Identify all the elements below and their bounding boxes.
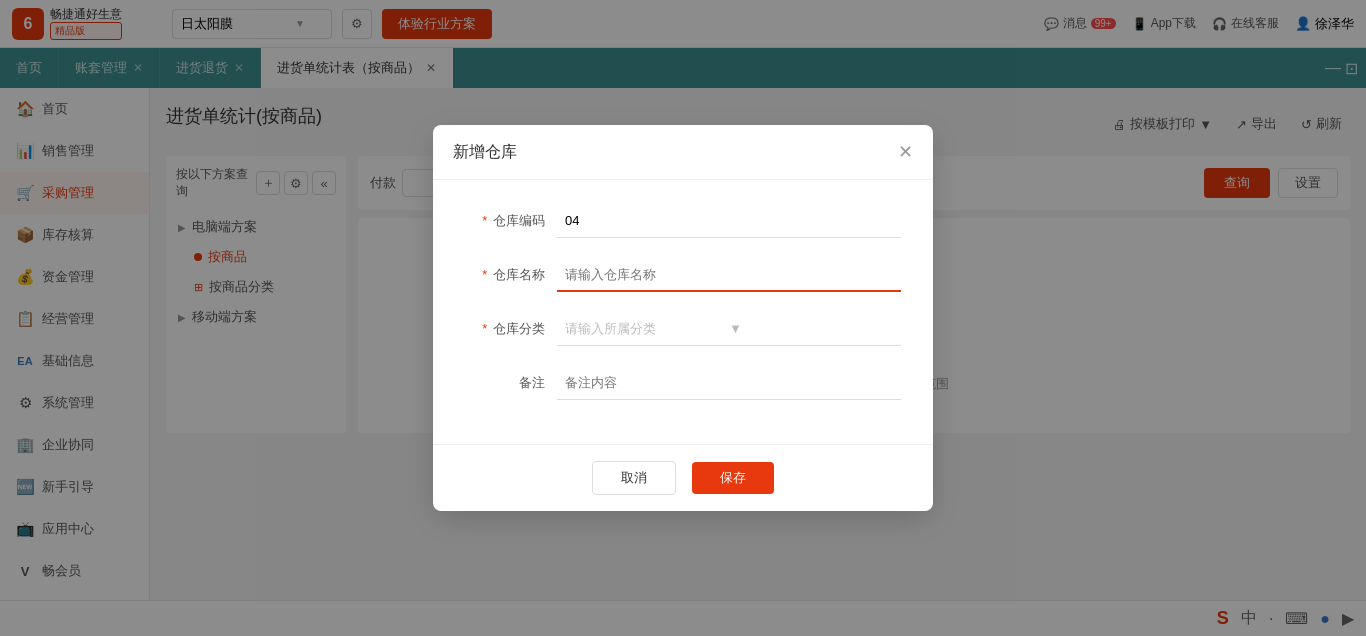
warehouse-code-row: * 仓库编码 [465,204,901,238]
warehouse-note-input[interactable] [557,366,901,400]
warehouse-category-label: * 仓库分类 [465,320,545,338]
modal-overlay: 新增仓库 ✕ * 仓库编码 * 仓库名称 [0,0,1366,636]
modal-title: 新增仓库 [453,142,517,163]
warehouse-category-row: * 仓库分类 请输入所属分类 ▼ [465,312,901,346]
warehouse-category-placeholder: 请输入所属分类 [565,320,729,338]
cancel-button[interactable]: 取消 [592,461,676,495]
new-warehouse-modal: 新增仓库 ✕ * 仓库编码 * 仓库名称 [433,125,933,511]
warehouse-category-select[interactable]: 请输入所属分类 ▼ [557,312,901,346]
warehouse-code-label: * 仓库编码 [465,212,545,230]
warehouse-note-row: 备注 [465,366,901,400]
modal-header: 新增仓库 ✕ [433,125,933,180]
warehouse-code-input[interactable] [557,204,901,238]
warehouse-name-input[interactable] [557,258,901,292]
warehouse-name-row: * 仓库名称 [465,258,901,292]
warehouse-note-label: 备注 [465,374,545,392]
category-dropdown-icon: ▼ [729,321,893,336]
required-star-2: * [482,267,487,282]
modal-close-btn[interactable]: ✕ [898,141,913,163]
modal-body: * 仓库编码 * 仓库名称 * 仓库分类 请输入所属 [433,180,933,444]
warehouse-name-label: * 仓库名称 [465,266,545,284]
modal-footer: 取消 保存 [433,444,933,511]
required-star-1: * [482,213,487,228]
required-star-3: * [482,321,487,336]
save-button[interactable]: 保存 [692,462,774,494]
